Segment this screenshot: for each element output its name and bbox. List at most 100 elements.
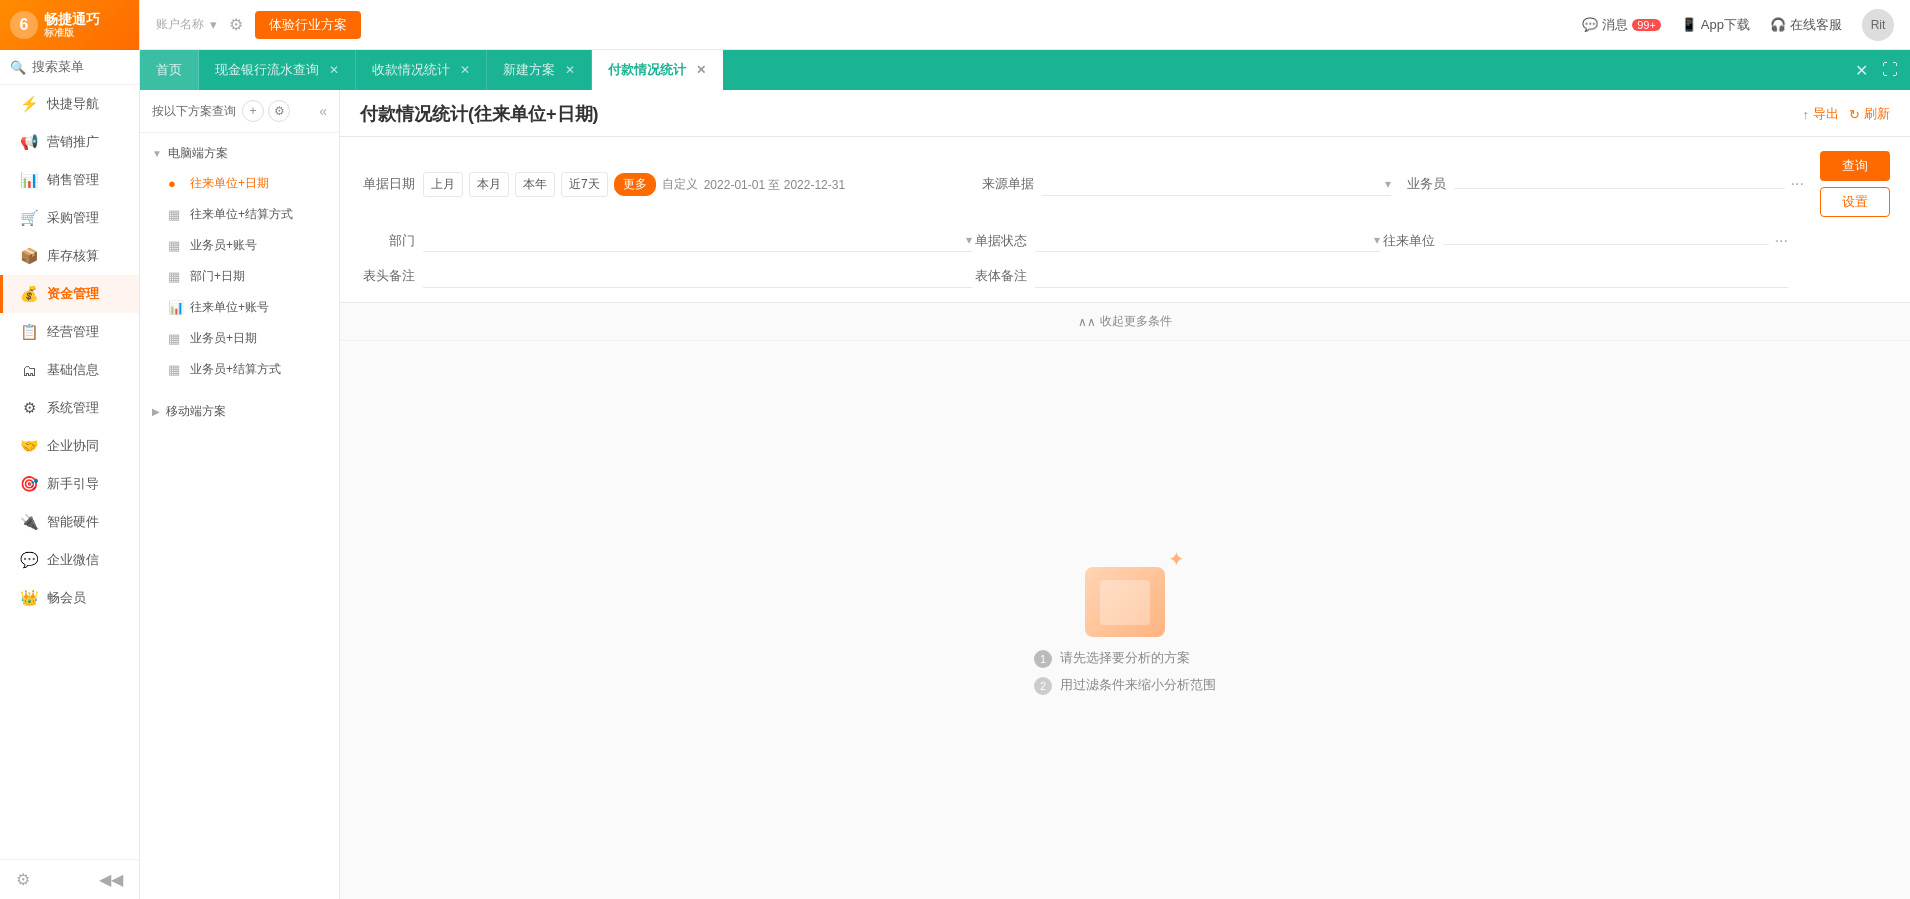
user-avatar[interactable]: Rit — [1862, 9, 1894, 41]
header-note-input[interactable] — [423, 264, 972, 288]
filter-row-1: 单据日期 上月 本月 本年 近7天 更多 自定义 2022-01-01 至 20… — [360, 151, 1890, 217]
tab-payment-stats[interactable]: 付款情况统计 ✕ — [592, 50, 723, 90]
dept-label: 部门 — [360, 232, 415, 250]
tab-new-scheme-close-icon[interactable]: ✕ — [565, 63, 575, 77]
sidebar-item-hardware[interactable]: 🔌 智能硬件 — [0, 503, 139, 541]
sidebar-bottom: ⚙ ◀◀ — [0, 859, 139, 899]
scheme-item-unit-date[interactable]: ● 往来单位+日期 — [140, 168, 339, 199]
sidebar-item-marketing[interactable]: 📢 营销推广 — [0, 123, 139, 161]
sidebar-item-label: 智能硬件 — [47, 513, 99, 531]
date-7days-btn[interactable]: 近7天 — [561, 172, 608, 197]
scheme-item-dept-date[interactable]: ▦ 部门+日期 — [140, 261, 339, 292]
tab-new-scheme[interactable]: 新建方案 ✕ — [487, 50, 592, 90]
quick-nav-icon: ⚡ — [19, 95, 39, 113]
dept-select[interactable]: ▾ — [423, 229, 972, 252]
staff-settle-label: 业务员+结算方式 — [190, 361, 281, 378]
tab-bank-flow-label: 现金银行流水查询 — [215, 61, 319, 79]
scheme-group-desktop-title[interactable]: ▼ 电脑端方案 — [140, 139, 339, 168]
unit-account-label: 往来单位+账号 — [190, 299, 269, 316]
mobile-group-arrow-icon: ▶ — [152, 406, 160, 417]
export-btn[interactable]: ↑ 导出 — [1803, 105, 1840, 123]
tab-bank-flow-close-icon[interactable]: ✕ — [329, 63, 339, 77]
doc-status-select[interactable]: ▾ — [1035, 229, 1380, 252]
account-name: 账户名称 — [156, 16, 204, 33]
unit-settle-label: 往来单位+结算方式 — [190, 206, 293, 223]
online-service-btn[interactable]: 🎧 在线客服 — [1770, 16, 1842, 34]
topbar: 账户名称 ▾ ⚙ 体验行业方案 💬 消息 99+ 📱 App下载 🎧 在线客服 … — [140, 0, 1910, 50]
scheme-item-unit-account[interactable]: 📊 往来单位+账号 — [140, 292, 339, 323]
query-btn[interactable]: 查询 — [1820, 151, 1890, 181]
tab-receipt-stats-close-icon[interactable]: ✕ — [460, 63, 470, 77]
scheme-item-unit-settle[interactable]: ▦ 往来单位+结算方式 — [140, 199, 339, 230]
doc-status-control: ▾ — [1035, 229, 1380, 252]
scheme-item-staff-settle[interactable]: ▦ 业务员+结算方式 — [140, 354, 339, 385]
capital-icon: 💰 — [19, 285, 39, 303]
sidebar-item-capital[interactable]: 💰 资金管理 — [0, 275, 139, 313]
sidebar-item-inventory[interactable]: 📦 库存核算 — [0, 237, 139, 275]
scheme-add-btn[interactable]: + — [242, 100, 264, 122]
sidebar-item-member[interactable]: 👑 畅会员 — [0, 579, 139, 617]
tab-maximize-icon[interactable]: ⛶ — [1878, 57, 1902, 83]
scheme-group-mobile-title[interactable]: ▶ 移动端方案 — [140, 397, 339, 426]
tab-close-window-icon[interactable]: ✕ — [1851, 57, 1872, 84]
bottom-settings-icon[interactable]: ⚙ — [16, 870, 30, 889]
tab-bank-flow[interactable]: 现金银行流水查询 ✕ — [199, 50, 356, 90]
app-download-btn[interactable]: 📱 App下载 — [1681, 16, 1750, 34]
tab-receipt-stats-label: 收款情况统计 — [372, 61, 450, 79]
date-this-year-btn[interactable]: 本年 — [515, 172, 555, 197]
inventory-icon: 📦 — [19, 247, 39, 265]
tab-payment-stats-close-icon[interactable]: ✕ — [696, 63, 706, 77]
dept-control: ▾ — [423, 229, 972, 252]
sidebar-nav: ⚡ 快捷导航 📢 营销推广 📊 销售管理 🛒 采购管理 📦 库存核算 💰 资金管… — [0, 85, 139, 859]
tab-receipt-stats[interactable]: 收款情况统计 ✕ — [356, 50, 487, 90]
wechat-icon: 💬 — [19, 551, 39, 569]
message-btn[interactable]: 💬 消息 99+ — [1582, 16, 1661, 34]
plus-icon: + — [249, 104, 256, 118]
filter-row-2: 部门 ▾ 单据状态 ▾ — [360, 229, 1890, 252]
sidebar-item-wechat[interactable]: 💬 企业微信 — [0, 541, 139, 579]
date-last-month-btn[interactable]: 上月 — [423, 172, 463, 197]
bottom-collapse-icon[interactable]: ◀◀ — [99, 870, 123, 889]
tab-home[interactable]: 首页 — [140, 50, 199, 90]
logo-text: 畅捷通巧 标准版 — [44, 11, 100, 40]
scheme-item-staff-date[interactable]: ▦ 业务员+日期 — [140, 323, 339, 354]
sidebar-item-basic[interactable]: 🗂 基础信息 — [0, 351, 139, 389]
date-this-month-btn[interactable]: 本月 — [469, 172, 509, 197]
date-label: 单据日期 — [360, 175, 415, 193]
scheme-settings-btn[interactable]: ⚙ — [268, 100, 290, 122]
member-icon: 👑 — [19, 589, 39, 607]
scheme-collapse-btn[interactable]: « — [319, 103, 327, 119]
collapse-conditions-btn[interactable]: ∧∧ 收起更多条件 — [340, 303, 1910, 341]
sidebar-item-label: 营销推广 — [47, 133, 99, 151]
account-selector[interactable]: 账户名称 ▾ — [156, 16, 217, 33]
tabs-bar: 首页 现金银行流水查询 ✕ 收款情况统计 ✕ 新建方案 ✕ 付款情况统计 ✕ ✕… — [140, 50, 1910, 90]
trial-btn[interactable]: 体验行业方案 — [255, 11, 361, 39]
sidebar-item-enterprise[interactable]: 🤝 企业协同 — [0, 427, 139, 465]
search-menu-label: 搜索菜单 — [32, 58, 84, 76]
staff-select[interactable] — [1454, 180, 1784, 189]
scheme-item-staff-account[interactable]: ▦ 业务员+账号 — [140, 230, 339, 261]
source-select[interactable]: ▾ — [1042, 173, 1392, 196]
body-note-input[interactable] — [1035, 264, 1788, 288]
filter-form: 单据日期 上月 本月 本年 近7天 更多 自定义 2022-01-01 至 20… — [340, 137, 1910, 303]
date-control: 上月 本月 本年 近7天 更多 自定义 2022-01-01 至 2022-12… — [423, 172, 979, 197]
sidebar-item-system[interactable]: ⚙ 系统管理 — [0, 389, 139, 427]
unit-account-icon: 📊 — [168, 300, 184, 315]
staff-control: ··· — [1454, 175, 1804, 193]
refresh-btn[interactable]: ↻ 刷新 — [1849, 105, 1890, 123]
sidebar-item-guide[interactable]: 🎯 新手引导 — [0, 465, 139, 503]
setting-btn[interactable]: 设置 — [1820, 187, 1890, 217]
unit-dots-icon[interactable]: ··· — [1775, 232, 1788, 250]
topbar-gear-icon[interactable]: ⚙ — [229, 15, 243, 34]
sidebar-item-sales[interactable]: 📊 销售管理 — [0, 161, 139, 199]
sidebar-item-purchase[interactable]: 🛒 采购管理 — [0, 199, 139, 237]
unit-select[interactable] — [1443, 236, 1769, 245]
system-icon: ⚙ — [19, 399, 39, 417]
scheme-group-mobile: ▶ 移动端方案 — [140, 391, 339, 432]
sidebar-item-label: 快捷导航 — [47, 95, 99, 113]
search-menu[interactable]: 🔍 搜索菜单 — [0, 50, 139, 85]
staff-dots-icon[interactable]: ··· — [1791, 175, 1804, 193]
date-more-btn[interactable]: 更多 — [614, 173, 656, 196]
sidebar-item-quick-nav[interactable]: ⚡ 快捷导航 — [0, 85, 139, 123]
sidebar-item-operations[interactable]: 📋 经营管理 — [0, 313, 139, 351]
